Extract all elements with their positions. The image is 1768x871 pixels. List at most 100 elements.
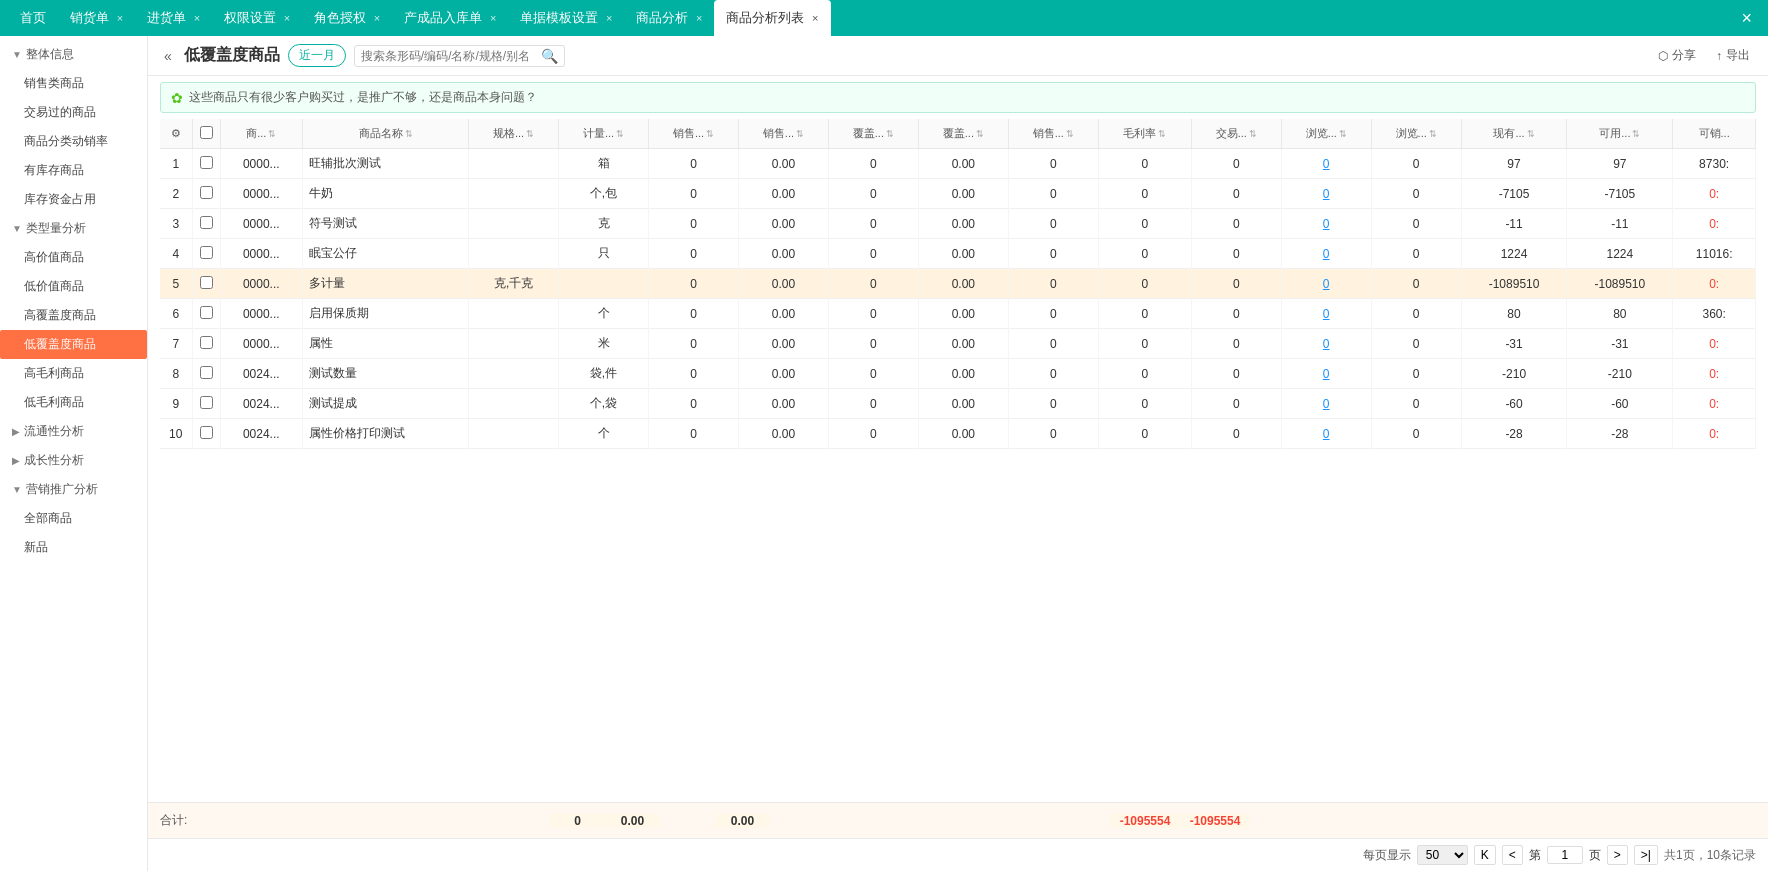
col-checkbox[interactable]	[192, 119, 220, 149]
col-trade[interactable]: 交易...⇅	[1191, 119, 1281, 149]
share-button[interactable]: ⬡ 分享	[1652, 45, 1702, 66]
cell-sales3: 0	[1008, 239, 1098, 269]
cell-checkbox[interactable]	[192, 239, 220, 269]
sidebar-section-marketing[interactable]: ▼ 营销推广分析	[0, 475, 147, 504]
first-page-button[interactable]: K	[1474, 845, 1496, 865]
col-settings[interactable]: ⚙	[160, 119, 192, 149]
sidebar-section-liquidity[interactable]: ▶ 流通性分析	[0, 417, 147, 446]
sidebar-item-low-profit[interactable]: 低毛利商品	[0, 388, 147, 417]
col-cover2[interactable]: 覆盖...⇅	[918, 119, 1008, 149]
col-spec[interactable]: 规格...⇅	[469, 119, 559, 149]
nav-item-analysis[interactable]: 商品分析 ×	[624, 0, 714, 36]
sidebar-item-capital[interactable]: 库存资金占用	[0, 185, 147, 214]
col-sales2[interactable]: 销售...⇅	[738, 119, 828, 149]
select-all-checkbox[interactable]	[200, 126, 213, 139]
page-number-input[interactable]	[1547, 846, 1583, 864]
sidebar-item-low-value[interactable]: 低价值商品	[0, 272, 147, 301]
prev-page-button[interactable]: <	[1502, 845, 1523, 865]
cell-browse1[interactable]: 0	[1281, 419, 1371, 449]
cell-checkbox[interactable]	[192, 329, 220, 359]
cell-sales1: 0	[649, 179, 739, 209]
nav-close-analysis[interactable]: ×	[696, 12, 702, 24]
nav-item-permissions[interactable]: 权限设置 ×	[212, 0, 302, 36]
col-sales3[interactable]: 销售...⇅	[1008, 119, 1098, 149]
search-icon[interactable]: 🔍	[541, 48, 558, 64]
window-close-button[interactable]: ×	[1733, 8, 1760, 29]
nav-close-templates[interactable]: ×	[606, 12, 612, 24]
col-cover1[interactable]: 覆盖...⇅	[828, 119, 918, 149]
col-gross[interactable]: 毛利率⇅	[1098, 119, 1191, 149]
settings-icon[interactable]: ⚙	[171, 127, 181, 139]
date-filter-button[interactable]: 近一月	[288, 44, 346, 67]
sidebar-item-sales-goods[interactable]: 销售类商品	[0, 69, 147, 98]
cell-checkbox[interactable]	[192, 179, 220, 209]
sidebar-item-in-stock[interactable]: 有库存商品	[0, 156, 147, 185]
cell-checkbox[interactable]	[192, 269, 220, 299]
cell-browse1[interactable]: 0	[1281, 209, 1371, 239]
nav-close-permissions[interactable]: ×	[284, 12, 290, 24]
nav-item-home[interactable]: 首页	[8, 0, 58, 36]
sidebar-section-growth[interactable]: ▶ 成长性分析	[0, 446, 147, 475]
cell-checkbox[interactable]	[192, 389, 220, 419]
cell-checkbox[interactable]	[192, 359, 220, 389]
col-current[interactable]: 现有...⇅	[1461, 119, 1567, 149]
sidebar-item-new-goods[interactable]: 新品	[0, 533, 147, 562]
last-page-button[interactable]: >|	[1634, 845, 1658, 865]
cell-browse1[interactable]: 0	[1281, 239, 1371, 269]
collapse-sidebar-button[interactable]: «	[160, 46, 176, 66]
cell-trade: 0	[1191, 359, 1281, 389]
sidebar-item-traded-goods[interactable]: 交易过的商品	[0, 98, 147, 127]
nav-item-sales[interactable]: 销货单 ×	[58, 0, 135, 36]
sidebar-section-overview[interactable]: ▼ 整体信息	[0, 40, 147, 69]
sidebar-item-high-profit[interactable]: 高毛利商品	[0, 359, 147, 388]
cell-checkbox[interactable]	[192, 419, 220, 449]
nav-item-templates[interactable]: 单据模板设置 ×	[508, 0, 624, 36]
cell-available: 97	[1567, 149, 1673, 179]
nav-close-sales[interactable]: ×	[117, 12, 123, 24]
next-page-button[interactable]: >	[1607, 845, 1628, 865]
col-available[interactable]: 可用...⇅	[1567, 119, 1673, 149]
col-sales1[interactable]: 销售...⇅	[649, 119, 739, 149]
nav-item-roles[interactable]: 角色授权 ×	[302, 0, 392, 36]
cell-browse1[interactable]: 0	[1281, 359, 1371, 389]
col-name[interactable]: 商品名称⇅	[303, 119, 469, 149]
cell-unit: 个	[559, 419, 649, 449]
table-container[interactable]: ⚙ 商...⇅ 商品名称⇅ 规格...⇅ 计量...⇅ 销售...⇅ 销售...…	[148, 119, 1768, 802]
col-code[interactable]: 商...⇅	[220, 119, 303, 149]
sidebar-item-category-rate[interactable]: 商品分类动销率	[0, 127, 147, 156]
cell-name: 启用保质期	[303, 299, 469, 329]
sidebar-item-low-coverage[interactable]: 低覆盖度商品	[0, 330, 147, 359]
cell-trade: 0	[1191, 389, 1281, 419]
nav-close-products[interactable]: ×	[490, 12, 496, 24]
col-browse1[interactable]: 浏览...⇅	[1281, 119, 1371, 149]
nav-item-purchase[interactable]: 进货单 ×	[135, 0, 212, 36]
col-browse2[interactable]: 浏览...⇅	[1371, 119, 1461, 149]
nav-close-analysis-list[interactable]: ×	[812, 12, 818, 24]
cell-browse1[interactable]: 0	[1281, 299, 1371, 329]
cell-browse1[interactable]: 0	[1281, 149, 1371, 179]
col-unit[interactable]: 计量...⇅	[559, 119, 649, 149]
cell-checkbox[interactable]	[192, 149, 220, 179]
sidebar-item-all-goods[interactable]: 全部商品	[0, 504, 147, 533]
cell-browse1[interactable]: 0	[1281, 179, 1371, 209]
cell-browse1[interactable]: 0	[1281, 329, 1371, 359]
nav-close-purchase[interactable]: ×	[194, 12, 200, 24]
cell-sales2: 0.00	[738, 149, 828, 179]
cell-checkbox[interactable]	[192, 209, 220, 239]
nav-item-analysis-list[interactable]: 商品分析列表 ×	[714, 0, 830, 36]
search-input[interactable]	[361, 49, 541, 63]
sidebar-item-high-coverage[interactable]: 高覆盖度商品	[0, 301, 147, 330]
sidebar-item-high-value[interactable]: 高价值商品	[0, 243, 147, 272]
cell-gross: 0	[1098, 359, 1191, 389]
export-button[interactable]: ↑ 导出	[1710, 45, 1756, 66]
cell-browse1[interactable]: 0	[1281, 269, 1371, 299]
page-size-label: 每页显示	[1363, 847, 1411, 864]
cell-checkbox[interactable]	[192, 299, 220, 329]
cell-browse1[interactable]: 0	[1281, 389, 1371, 419]
sidebar-section-type[interactable]: ▼ 类型量分析	[0, 214, 147, 243]
cell-available: -11	[1567, 209, 1673, 239]
col-saleable[interactable]: 可销...	[1673, 119, 1756, 149]
nav-item-products[interactable]: 产成品入库单 ×	[392, 0, 508, 36]
page-size-select[interactable]: 50 20 100	[1417, 845, 1468, 865]
nav-close-roles[interactable]: ×	[374, 12, 380, 24]
